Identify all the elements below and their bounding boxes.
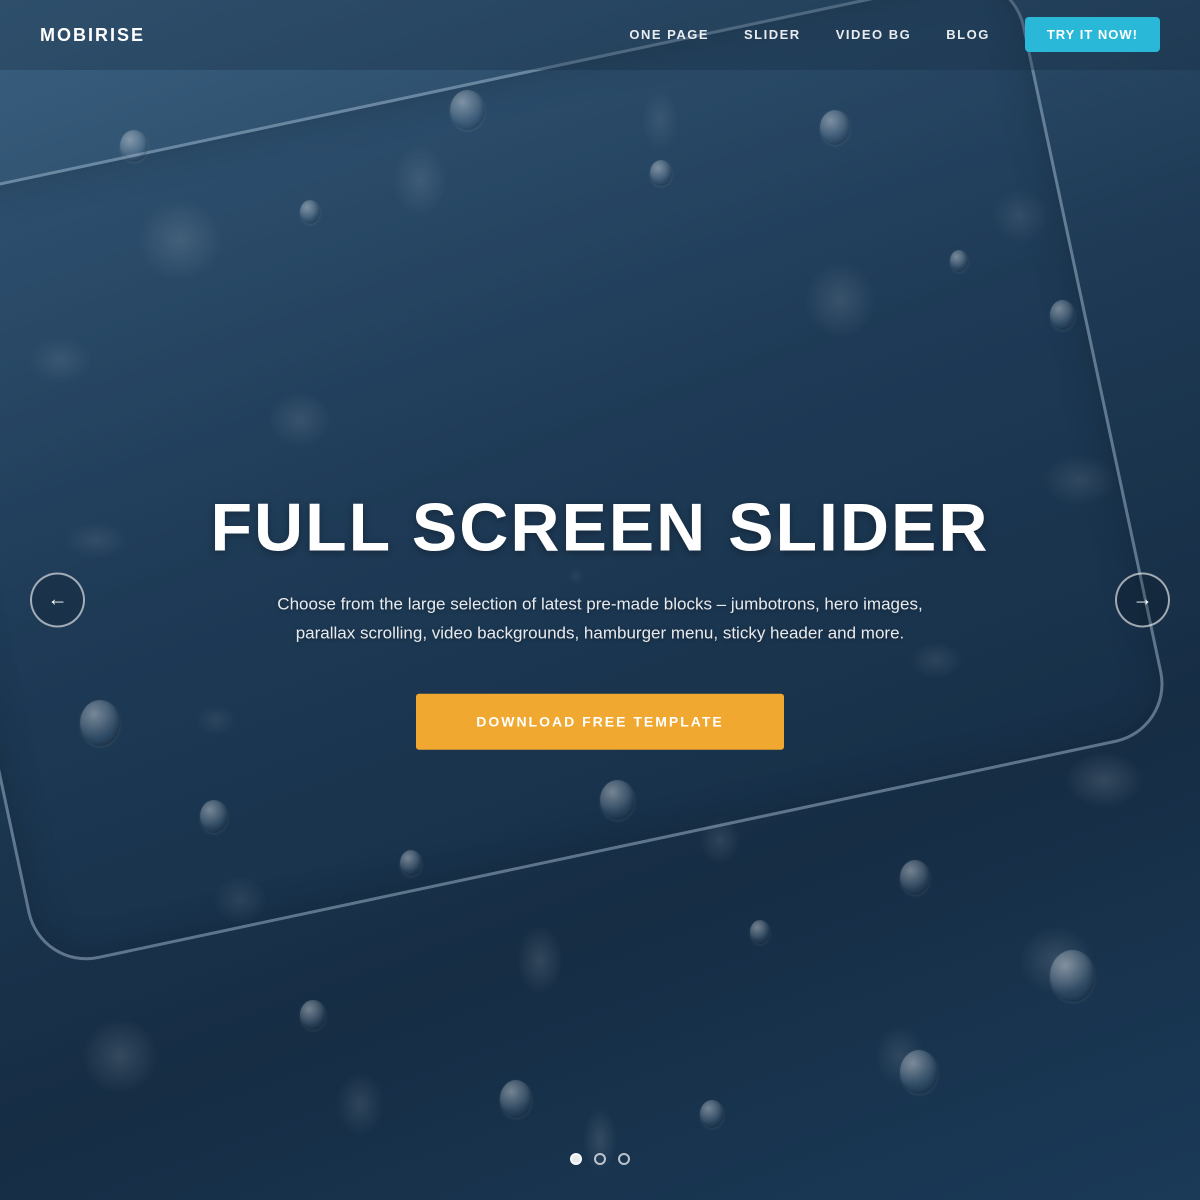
slider-dot-1[interactable] (570, 1153, 582, 1165)
nav-blog[interactable]: BLOG (946, 27, 990, 42)
water-drop (820, 110, 850, 145)
nav-cta-button[interactable]: Try It Now! (1025, 17, 1160, 52)
slider-next-button[interactable]: → (1115, 573, 1170, 628)
slider-dots (570, 1153, 630, 1165)
right-arrow-icon: → (1133, 589, 1153, 612)
nav-video-bg[interactable]: VIDEO BG (836, 27, 912, 42)
water-drop (400, 850, 422, 876)
nav-slider[interactable]: SLIDER (744, 27, 801, 42)
nav-links: ONE PAGE SLIDER VIDEO BG BLOG Try It Now… (629, 26, 1160, 44)
navbar: MOBIRISE ONE PAGE SLIDER VIDEO BG BLOG T… (0, 0, 1200, 70)
water-drop (700, 1100, 724, 1128)
water-drop (750, 920, 770, 944)
nav-one-page[interactable]: ONE PAGE (629, 27, 709, 42)
download-button[interactable]: DOWNLOAD FREE TEMPLATE (416, 693, 784, 749)
slider-dot-3[interactable] (618, 1153, 630, 1165)
slider-dot-2[interactable] (594, 1153, 606, 1165)
hero-title: FULL SCREEN SLIDER (200, 491, 1000, 566)
brand-name: MOBIRISE (40, 25, 145, 46)
water-drop (1050, 300, 1075, 330)
water-drop (300, 1000, 326, 1030)
water-drop (300, 200, 320, 224)
water-drop (600, 780, 635, 820)
left-arrow-icon: ← (48, 589, 68, 612)
hero-subtitle: Choose from the large selection of lates… (250, 591, 950, 649)
water-drop (200, 800, 228, 833)
water-drop (450, 90, 485, 130)
water-drop (120, 130, 148, 162)
water-drop (900, 860, 930, 895)
hero-content: FULL SCREEN SLIDER Choose from the large… (200, 491, 1000, 750)
water-drop (1050, 950, 1095, 1002)
water-drop (650, 160, 672, 186)
water-drop (900, 1050, 938, 1094)
water-drop (950, 250, 968, 272)
water-drop (500, 1080, 532, 1118)
slider-prev-button[interactable]: ← (30, 573, 85, 628)
water-drop (80, 700, 120, 746)
hero-section: MOBIRISE ONE PAGE SLIDER VIDEO BG BLOG T… (0, 0, 1200, 1200)
